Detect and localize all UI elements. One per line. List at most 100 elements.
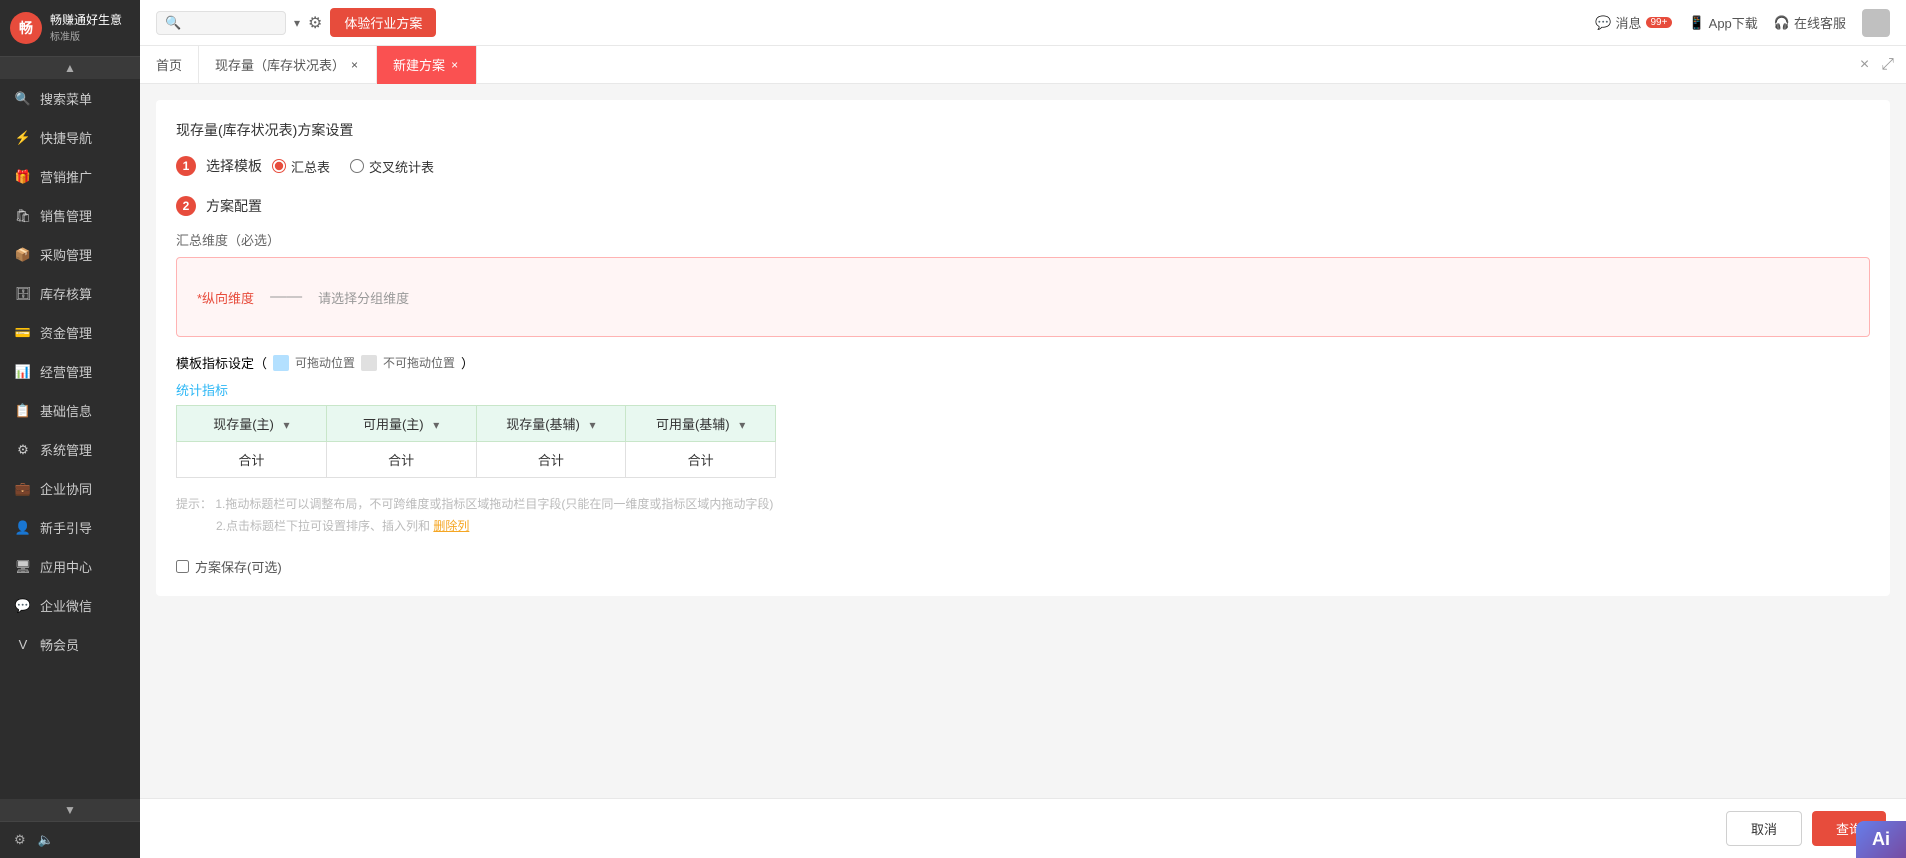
sidebar-item-enterprise[interactable]: 💼 企业协同 bbox=[0, 469, 140, 508]
topbar-gear-btn[interactable]: ⚙ bbox=[308, 13, 322, 33]
sidebar-item-search[interactable]: 🔍 搜索菜单 bbox=[0, 79, 140, 118]
settings-panel: 现存量(库存状况表)方案设置 1 选择模板 汇总表 交叉统计表 bbox=[156, 100, 1890, 596]
messages-btn[interactable]: 💬 消息 99+ bbox=[1595, 13, 1672, 32]
messages-badge: 99+ bbox=[1646, 17, 1673, 28]
message-icon: 💬 bbox=[1595, 15, 1611, 31]
settings-footer-icon[interactable]: ⚙ bbox=[14, 832, 26, 848]
trial-btn[interactable]: 体验行业方案 bbox=[330, 8, 436, 37]
sidebar-item-marketing[interactable]: 🎁 营销推广 bbox=[0, 157, 140, 196]
ai-float-button[interactable]: Ai bbox=[1856, 821, 1906, 858]
col-header-2[interactable]: 现存量(基辅) ▾ bbox=[476, 406, 626, 442]
step2-badge: 2 bbox=[176, 196, 196, 216]
topbar-left: 🔍 ▾ ⚙ 体验行业方案 bbox=[156, 8, 1585, 37]
app-download-btn[interactable]: 📱 App下载 bbox=[1688, 13, 1757, 32]
radio-summary-input[interactable] bbox=[272, 159, 286, 173]
grid-icon: 📋 bbox=[14, 402, 32, 420]
draggable-icon bbox=[273, 355, 289, 371]
cancel-button[interactable]: 取消 bbox=[1726, 811, 1802, 846]
sidebar-item-inventory[interactable]: 🗄 库存核算 bbox=[0, 274, 140, 313]
col-dropdown-0[interactable]: ▾ bbox=[284, 418, 290, 432]
bar-chart-icon: 📊 bbox=[14, 363, 32, 381]
dimension-required: *纵向维度 bbox=[197, 288, 254, 307]
save-checkbox[interactable] bbox=[176, 560, 189, 573]
topbar-dropdown-btn[interactable]: ▾ bbox=[294, 16, 300, 30]
col-cell-0: 合计 bbox=[177, 442, 327, 478]
sidebar-item-system[interactable]: ⚙ 系统管理 bbox=[0, 430, 140, 469]
package-icon: 📦 bbox=[14, 246, 32, 264]
briefcase-icon: 💼 bbox=[14, 480, 32, 498]
col-header-1[interactable]: 可用量(主) ▾ bbox=[326, 406, 476, 442]
sidebar-item-vip[interactable]: V 畅会员 bbox=[0, 625, 140, 664]
save-label: 方案保存(可选) bbox=[195, 557, 282, 576]
window-controls: × ⤢ bbox=[1856, 56, 1906, 74]
tab-home[interactable]: 首页 bbox=[140, 46, 199, 84]
tips-section: 提示： 1.拖动标题栏可以调整布局，不可跨维度或指标区域拖动栏目字段(只能在同一… bbox=[176, 494, 1870, 537]
col-dropdown-2[interactable]: ▾ bbox=[590, 418, 596, 432]
sidebar-item-operations[interactable]: 📊 经营管理 bbox=[0, 352, 140, 391]
window-expand-btn[interactable]: ⤢ bbox=[1877, 56, 1898, 74]
tab-inventory-close[interactable]: × bbox=[349, 58, 360, 72]
sidebar-item-quick-nav[interactable]: ⚡ 快捷导航 bbox=[0, 118, 140, 157]
step1-title: 选择模板 bbox=[206, 156, 262, 176]
shopping-bag-icon: 🛍 bbox=[14, 207, 32, 225]
sidebar-footer: ⚙ 🔈 bbox=[0, 821, 140, 858]
col-cell-2: 合计 bbox=[476, 442, 626, 478]
metrics-closing-paren: ） bbox=[461, 353, 474, 372]
app-version: 标准版 bbox=[50, 28, 122, 43]
col-dropdown-3[interactable]: ▾ bbox=[739, 418, 745, 432]
non-draggable-icon bbox=[361, 355, 377, 371]
col-header-0[interactable]: 现存量(主) ▾ bbox=[177, 406, 327, 442]
tab-inventory[interactable]: 现存量（库存状况表） × bbox=[199, 46, 377, 84]
sidebar-item-sales[interactable]: 🛍 销售管理 bbox=[0, 196, 140, 235]
delete-col-link[interactable]: 删除列 bbox=[433, 519, 469, 533]
user-avatar[interactable] bbox=[1862, 9, 1890, 37]
step1-section: 1 选择模板 汇总表 交叉统计表 bbox=[176, 156, 1870, 176]
non-draggable-hint-text: 不可拖动位置 bbox=[383, 354, 455, 371]
tips-item1: 提示： 1.拖动标题栏可以调整布局，不可跨维度或指标区域拖动栏目字段(只能在同一… bbox=[176, 494, 1870, 516]
window-close-btn[interactable]: × bbox=[1856, 56, 1873, 74]
tabs-bar: 首页 现存量（库存状况表） × 新建方案 × × ⤢ bbox=[140, 46, 1906, 84]
stats-table: 现存量(主) ▾ 可用量(主) ▾ 现存量(基辅) ▾ bbox=[176, 405, 776, 478]
content-area: 现存量(库存状况表)方案设置 1 选择模板 汇总表 交叉统计表 bbox=[140, 84, 1906, 798]
speaker-icon[interactable]: 🔈 bbox=[38, 832, 54, 848]
metrics-label-text: 模板指标设定（ bbox=[176, 353, 267, 372]
sidebar-item-basic[interactable]: 📋 基础信息 bbox=[0, 391, 140, 430]
col-header-3[interactable]: 可用量(基辅) ▾ bbox=[626, 406, 776, 442]
template-radio-group: 汇总表 交叉统计表 bbox=[272, 157, 434, 176]
sidebar-item-finance[interactable]: 💳 资金管理 bbox=[0, 313, 140, 352]
database-icon: 🗄 bbox=[14, 285, 32, 303]
topbar-search-input[interactable] bbox=[185, 16, 275, 30]
col-cell-1: 合计 bbox=[326, 442, 476, 478]
sidebar-logo: 畅 畅赚通好生意 标准版 bbox=[0, 0, 140, 57]
dimension-hint: 请选择分组维度 bbox=[318, 288, 409, 307]
sidebar-item-wechat[interactable]: 💬 企业微信 bbox=[0, 586, 140, 625]
col-dropdown-1[interactable]: ▾ bbox=[433, 418, 439, 432]
radio-cross-input[interactable] bbox=[350, 159, 364, 173]
online-service-btn[interactable]: 🎧 在线客服 bbox=[1774, 13, 1846, 32]
tips-item2: 2.点击标题栏下拉可设置排序、插入列和 删除列 bbox=[176, 516, 1870, 538]
col-cell-3: 合计 bbox=[626, 442, 776, 478]
step2-section: 2 方案配置 汇总维度（必选） *纵向维度 —— 请选择分组维度 模板指标设定（ bbox=[176, 196, 1870, 537]
topbar-search-box[interactable]: 🔍 bbox=[156, 11, 286, 35]
bookmark-icon: ⚡ bbox=[14, 129, 32, 147]
stats-section: 统计指标 现存量(主) ▾ 可用量(主) ▾ bbox=[176, 380, 1870, 478]
chevron-down-icon: ▾ bbox=[294, 16, 300, 30]
search-icon-topbar: 🔍 bbox=[165, 15, 181, 31]
topbar: 🔍 ▾ ⚙ 体验行业方案 💬 消息 99+ 📱 App下载 🎧 在线客服 bbox=[140, 0, 1906, 46]
sidebar-scroll-up[interactable]: ▲ bbox=[0, 57, 140, 79]
message-circle-icon: 💬 bbox=[14, 597, 32, 615]
sidebar-item-purchase[interactable]: 📦 采购管理 bbox=[0, 235, 140, 274]
tab-new-scheme-close[interactable]: × bbox=[449, 58, 460, 72]
main-area: 🔍 ▾ ⚙ 体验行业方案 💬 消息 99+ 📱 App下载 🎧 在线客服 bbox=[140, 0, 1906, 858]
radio-cross[interactable]: 交叉统计表 bbox=[350, 157, 434, 176]
logo-icon: 畅 bbox=[10, 12, 42, 44]
monitor-icon: 🖥 bbox=[14, 558, 32, 576]
dimension-container: 汇总维度（必选） *纵向维度 —— 请选择分组维度 bbox=[176, 230, 1870, 337]
stats-title: 统计指标 bbox=[176, 380, 1870, 399]
sidebar-scroll-down[interactable]: ▼ bbox=[0, 799, 140, 821]
radio-summary[interactable]: 汇总表 bbox=[272, 157, 330, 176]
credit-card-icon: 💳 bbox=[14, 324, 32, 342]
sidebar-item-newbie[interactable]: 👤 新手引导 bbox=[0, 508, 140, 547]
sidebar-item-app-center[interactable]: 🖥 应用中心 bbox=[0, 547, 140, 586]
tab-new-scheme[interactable]: 新建方案 × bbox=[377, 46, 477, 84]
